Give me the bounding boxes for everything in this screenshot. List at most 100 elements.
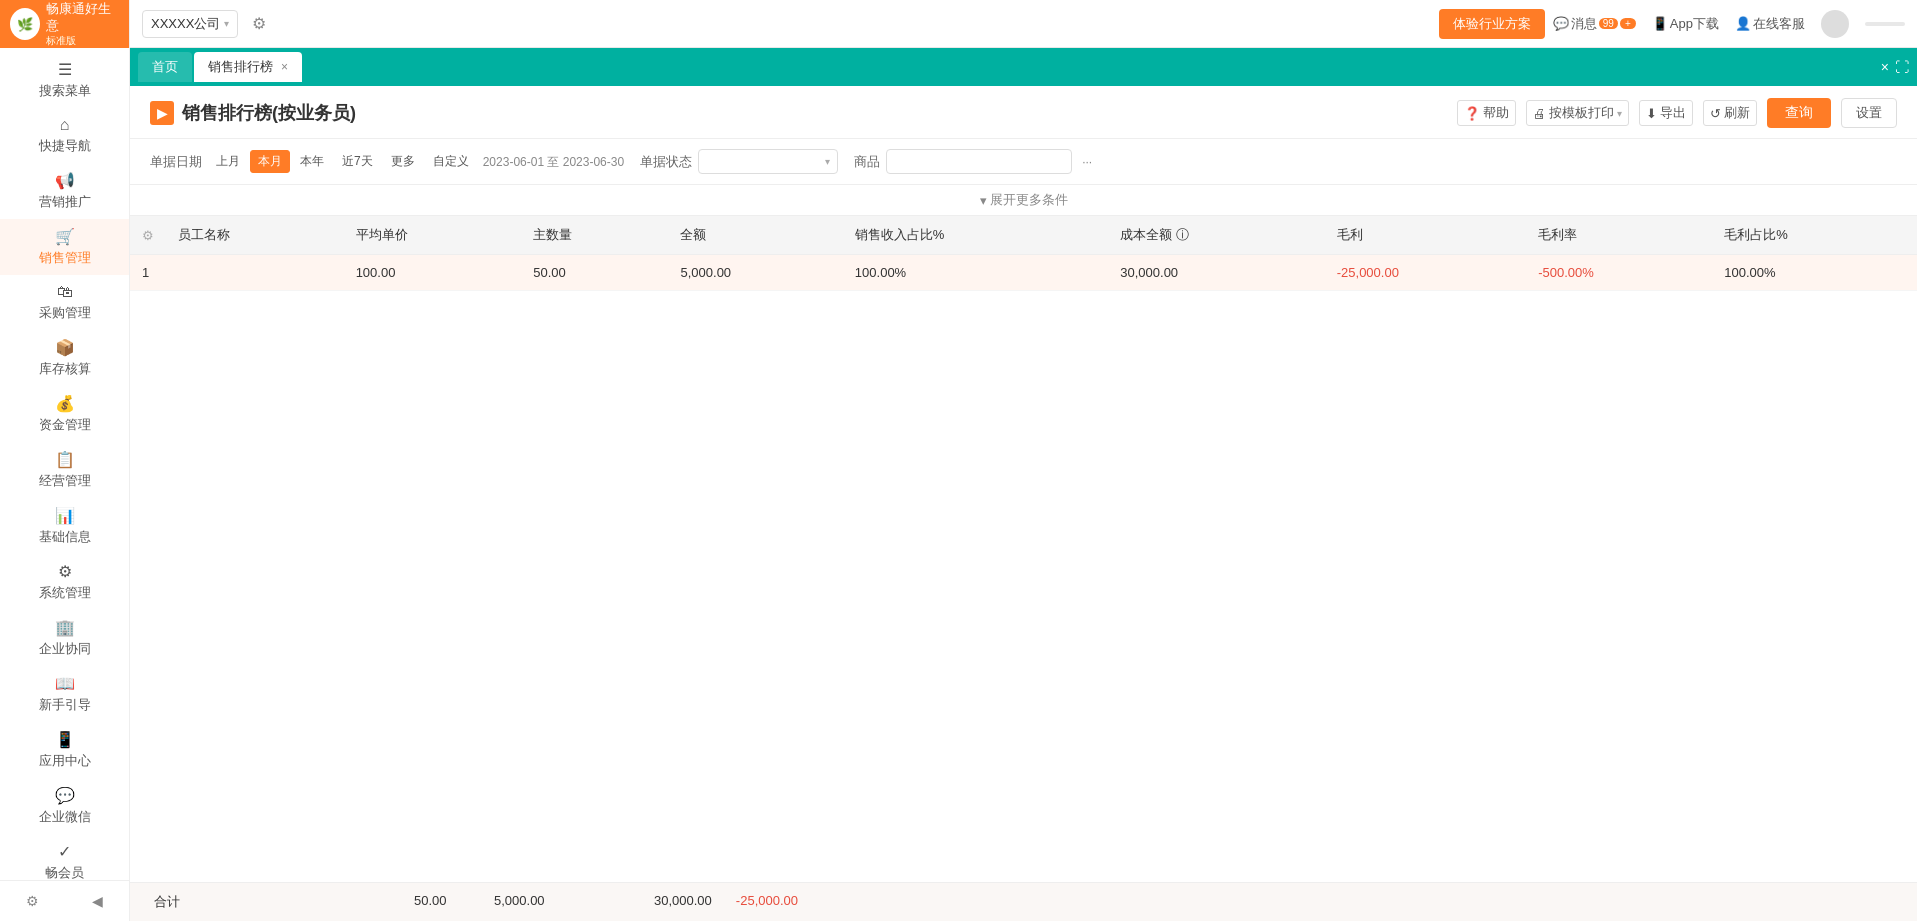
sidebar-item-system[interactable]: ⚙ 系统管理 xyxy=(0,554,129,610)
date-7days-btn[interactable]: 近7天 xyxy=(334,150,381,173)
date-more-btn[interactable]: 更多 xyxy=(383,150,423,173)
date-range-display: 2023-06-01 至 2023-06-30 xyxy=(483,154,624,171)
filter-more-icon[interactable]: ··· xyxy=(1082,155,1092,169)
sidebar-item-sales[interactable]: 🛒 销售管理 xyxy=(0,219,129,275)
sidebar-item-operations[interactable]: 📋 经营管理 xyxy=(0,442,129,498)
col-gross-header: 毛利 xyxy=(1325,216,1526,255)
cell-cost: 30,000.00 xyxy=(1108,255,1324,291)
goods-input[interactable] xyxy=(886,149,1072,174)
sidebar-nav: ☰ 搜索菜单 ⌂ 快捷导航 📢 营销推广 🛒 销售管理 🛍 采购管理 📦 库存核… xyxy=(0,48,129,880)
status-select-wrap: ▾ xyxy=(698,149,838,174)
sidebar-item-basics[interactable]: 📊 基础信息 xyxy=(0,498,129,554)
status-filter-label: 单据状态 xyxy=(640,153,692,171)
col-avgprice-header: 平均单价 xyxy=(344,216,522,255)
settings-btn[interactable]: 设置 xyxy=(1841,98,1897,128)
tab-close-icon[interactable]: × xyxy=(281,60,288,74)
sidebar-item-guide[interactable]: 📖 新手引导 xyxy=(0,666,129,722)
company-selector[interactable]: XXXXX公司 ▾ xyxy=(142,10,238,38)
cell-amount: 5,000.00 xyxy=(668,255,842,291)
footer-gross: -25,000.00 xyxy=(724,893,810,911)
col-employee-header: 员工名称 xyxy=(166,216,344,255)
tabbar-right: × ⛶ xyxy=(1881,59,1909,75)
window-expand-icon[interactable]: ⛶ xyxy=(1895,59,1909,75)
table-row: 1 100.00 50.00 5,000.00 100.00% 30,000.0… xyxy=(130,255,1917,291)
table-container: ⚙ 员工名称 平均单价 主数量 全额 销售收入占比% 成本全额 ⓘ 毛利 毛利率… xyxy=(130,216,1917,882)
sidebar-settings-btn[interactable]: ⚙ xyxy=(18,889,47,913)
date-curr-btn[interactable]: 本月 xyxy=(250,150,290,173)
cell-gross: -25,000.00 xyxy=(1325,255,1526,291)
tab-home[interactable]: 首页 xyxy=(138,52,192,82)
sidebar-item-marketing[interactable]: 📢 营销推广 xyxy=(0,163,129,219)
cell-grosspct: 100.00% xyxy=(1712,255,1917,291)
export-btn[interactable]: ⬇ 导出 xyxy=(1639,100,1693,126)
sidebar-item-search[interactable]: ☰ 搜索菜单 xyxy=(0,52,129,108)
topbar: XXXXX公司 ▾ ⚙ 体验行业方案 💬 消息 99 + 📱 App下载 👤 在… xyxy=(130,0,1917,48)
sidebar-item-apps[interactable]: 📱 应用中心 xyxy=(0,722,129,778)
col-amount-header: 全额 xyxy=(668,216,842,255)
avatar[interactable] xyxy=(1821,10,1849,38)
filter-row: 单据日期 上月 本月 本年 近7天 更多 自定义 2023-06-01 至 20… xyxy=(130,139,1917,185)
main-area: XXXXX公司 ▾ ⚙ 体验行业方案 💬 消息 99 + 📱 App下载 👤 在… xyxy=(130,0,1917,921)
sidebar-item-member[interactable]: ✓ 畅会员 xyxy=(0,834,129,880)
print-label: 按模板打印 xyxy=(1549,104,1614,122)
sidebar-bottom: ⚙ ◀ xyxy=(0,880,129,921)
table-header: ⚙ 员工名称 平均单价 主数量 全额 销售收入占比% 成本全额 ⓘ 毛利 毛利率… xyxy=(130,216,1917,255)
date-year-btn[interactable]: 本年 xyxy=(292,150,332,173)
status-select[interactable] xyxy=(698,149,838,174)
col-mainqty-header: 主数量 xyxy=(521,216,668,255)
message-btn[interactable]: 💬 消息 99 + xyxy=(1553,15,1636,33)
sidebar-item-wechat[interactable]: 💬 企业微信 xyxy=(0,778,129,834)
tab-sales-rank[interactable]: 销售排行榜 × xyxy=(194,52,302,82)
system-icon: ⚙ xyxy=(58,562,72,581)
basics-icon: 📊 xyxy=(55,506,75,525)
apps-icon: 📱 xyxy=(55,730,75,749)
page-header: ▶ 销售排行榜(按业务员) ❓ 帮助 🖨 按模板打印 ▾ ⬇ 导 xyxy=(130,86,1917,139)
print-btn[interactable]: 🖨 按模板打印 ▾ xyxy=(1526,100,1629,126)
col-settings[interactable]: ⚙ xyxy=(130,216,166,255)
operations-icon: 📋 xyxy=(55,450,75,469)
goods-filter-group: 商品 ··· xyxy=(854,149,1092,174)
app-download-btn[interactable]: 📱 App下载 xyxy=(1652,15,1719,33)
sidebar-item-finance[interactable]: 💰 资金管理 xyxy=(0,386,129,442)
table-footer: 合计 50.00 5,000.00 30,000.00 -25,000.00 xyxy=(130,882,1917,921)
download-icon: 📱 xyxy=(1652,16,1668,31)
logo-text: 畅康通好生意 标准版 xyxy=(46,1,119,48)
window-close-icon[interactable]: × xyxy=(1881,59,1889,75)
expand-more-btn[interactable]: ▾ 展开更多条件 xyxy=(980,191,1068,209)
help-btn[interactable]: ❓ 帮助 xyxy=(1457,100,1516,126)
refresh-icon: ↺ xyxy=(1710,106,1721,121)
message-label: 消息 xyxy=(1571,15,1597,33)
company-chevron-icon: ▾ xyxy=(224,18,229,29)
date-filter-btns: 上月 本月 本年 近7天 更多 自定义 xyxy=(208,150,477,173)
sidebar-item-inventory[interactable]: 📦 库存核算 xyxy=(0,330,129,386)
footer-empty1 xyxy=(322,893,402,911)
topbar-settings-btn[interactable]: ⚙ xyxy=(246,11,272,36)
date-custom-btn[interactable]: 自定义 xyxy=(425,150,477,173)
message-badge-plus: + xyxy=(1620,18,1636,29)
sidebar-item-purchase[interactable]: 🛍 采购管理 xyxy=(0,275,129,330)
goods-filter-label: 商品 xyxy=(854,153,880,171)
date-prev-btn[interactable]: 上月 xyxy=(208,150,248,173)
footer-amount: 5,000.00 xyxy=(482,893,562,911)
back-btn[interactable]: ▶ xyxy=(150,101,174,125)
service-icon: 👤 xyxy=(1735,16,1751,31)
refresh-btn[interactable]: ↺ 刷新 xyxy=(1703,100,1757,126)
trial-btn[interactable]: 体验行业方案 xyxy=(1439,9,1545,39)
table-body: 1 100.00 50.00 5,000.00 100.00% 30,000.0… xyxy=(130,255,1917,291)
footer-cost: 30,000.00 xyxy=(642,893,724,911)
online-service-btn[interactable]: 👤 在线客服 xyxy=(1735,15,1805,33)
page-title-row: ▶ 销售排行榜(按业务员) ❓ 帮助 🖨 按模板打印 ▾ ⬇ 导 xyxy=(150,98,1897,138)
footer-label: 合计 xyxy=(142,893,322,911)
wechat-icon: 💬 xyxy=(55,786,75,805)
content-area: ▶ 销售排行榜(按业务员) ❓ 帮助 🖨 按模板打印 ▾ ⬇ 导 xyxy=(130,86,1917,921)
marketing-icon: 📢 xyxy=(55,171,75,190)
sidebar-collapse-btn[interactable]: ◀ xyxy=(84,889,111,913)
sales-icon: 🛒 xyxy=(55,227,75,246)
status-filter-group: 单据状态 ▾ xyxy=(640,149,838,174)
col-grosspct-header: 毛利占比% xyxy=(1712,216,1917,255)
query-btn[interactable]: 查询 xyxy=(1767,98,1831,128)
sidebar-item-enterprise[interactable]: 🏢 企业协同 xyxy=(0,610,129,666)
message-icon: 💬 xyxy=(1553,16,1569,31)
help-label: 帮助 xyxy=(1483,104,1509,122)
sidebar-item-quicknav[interactable]: ⌂ 快捷导航 xyxy=(0,108,129,163)
